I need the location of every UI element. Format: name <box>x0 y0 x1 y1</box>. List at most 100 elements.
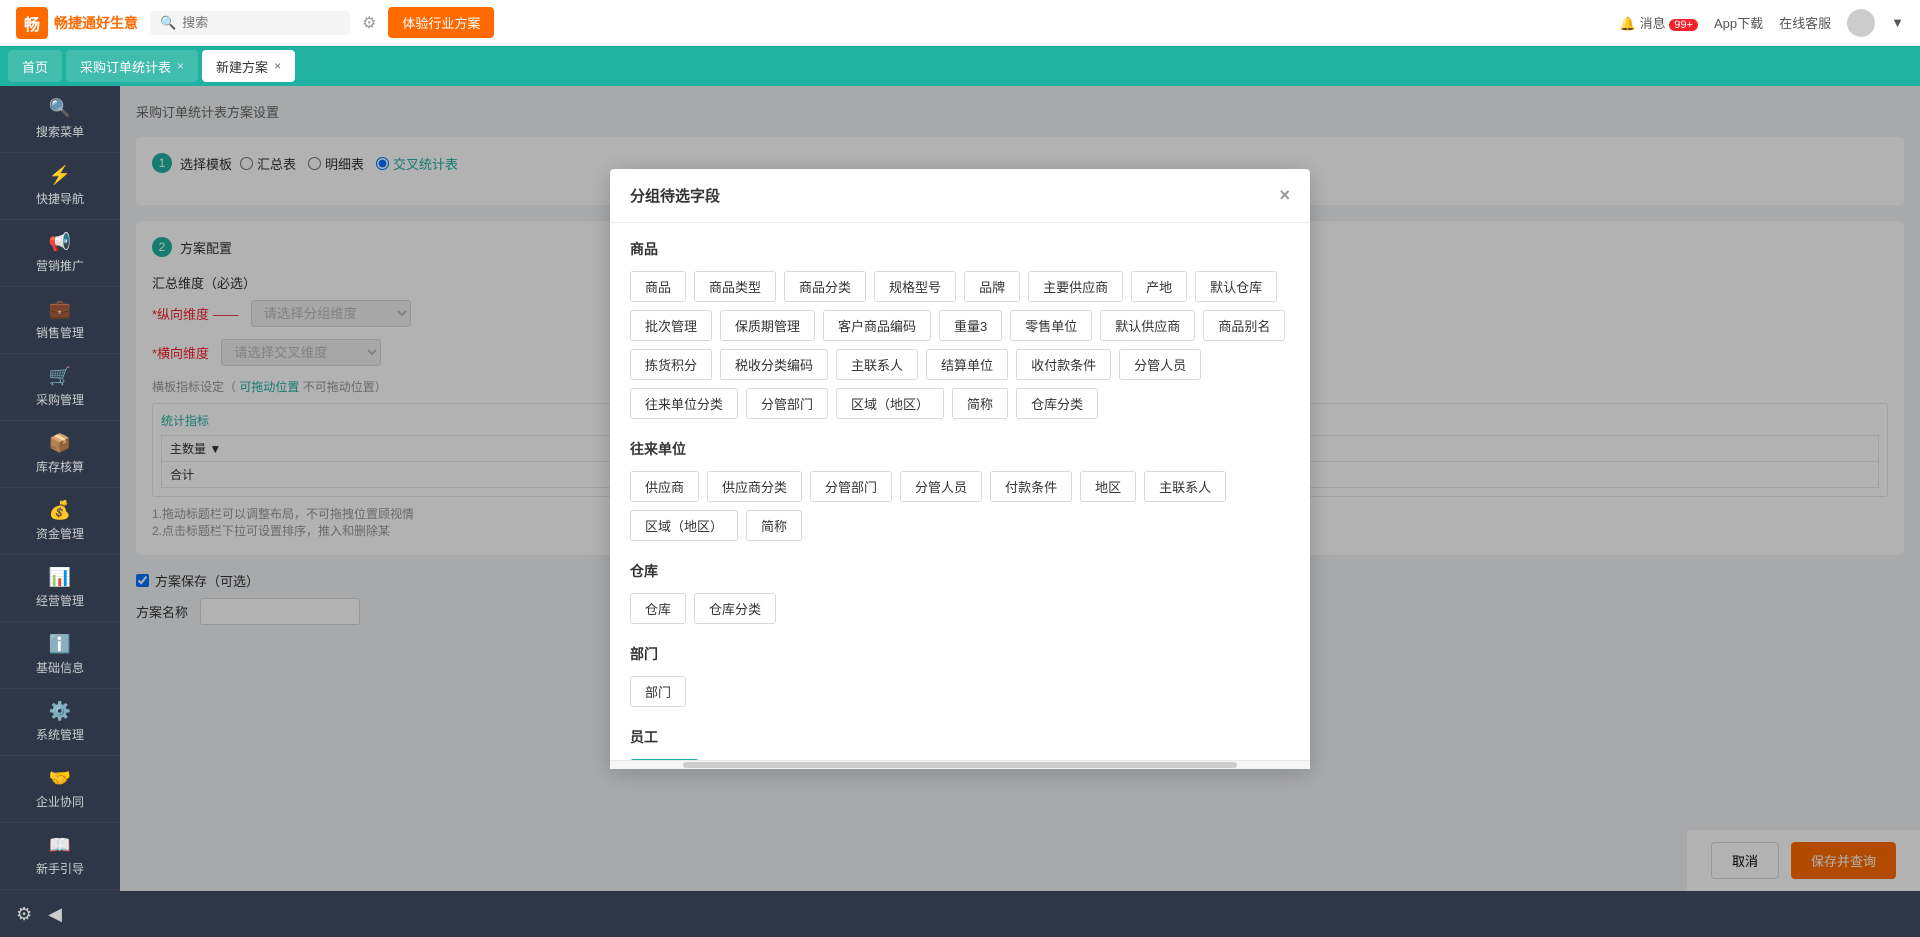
user-menu-icon[interactable]: ▼ <box>1891 15 1904 30</box>
tag-supplier[interactable]: 供应商 <box>630 471 699 502</box>
tag-tax-code[interactable]: 税收分类编码 <box>720 349 828 380</box>
tag-brand[interactable]: 品牌 <box>964 271 1020 302</box>
collab-icon: 🤝 <box>49 768 71 789</box>
finance-icon: 💰 <box>49 500 71 521</box>
bottom-audio-icon[interactable]: ◀ <box>48 904 62 925</box>
tag-payment-terms[interactable]: 收付款条件 <box>1016 349 1111 380</box>
tag-region-partner[interactable]: 区域（地区） <box>630 510 738 541</box>
tag-origin[interactable]: 产地 <box>1131 271 1187 302</box>
sidebar-item-management-label: 经营管理 <box>36 592 84 609</box>
section-department: 部门 部门 <box>630 644 1290 707</box>
sidebar-item-system-label: 系统管理 <box>36 726 84 743</box>
tag-main-supplier[interactable]: 主要供应商 <box>1028 271 1123 302</box>
sidebar-item-search[interactable]: 🔍 搜索菜单 <box>0 86 120 153</box>
tab-new-plan-close[interactable]: × <box>274 59 281 73</box>
tag-default-supplier[interactable]: 默认供应商 <box>1100 310 1195 341</box>
tab-purchase-stats-label: 采购订单统计表 <box>80 57 171 76</box>
basicinfo-icon: ℹ️ <box>49 634 71 655</box>
sidebar-item-management[interactable]: 📊 经营管理 <box>0 555 120 622</box>
tag-batch-mgmt[interactable]: 批次管理 <box>630 310 712 341</box>
tag-default-warehouse[interactable]: 默认仓库 <box>1195 271 1277 302</box>
tag-customer-code[interactable]: 客户商品编码 <box>823 310 931 341</box>
tag-spec-model[interactable]: 规格型号 <box>874 271 956 302</box>
tag-dept-mgmt[interactable]: 分管部门 <box>746 388 828 419</box>
section-dept-title: 部门 <box>630 644 1290 664</box>
tag-payment-condition[interactable]: 付款条件 <box>990 471 1072 502</box>
experience-button[interactable]: 体验行业方案 <box>388 7 494 38</box>
sidebar-item-quicknav[interactable]: ⚡ 快捷导航 <box>0 153 120 220</box>
sidebar-item-sales-label: 销售管理 <box>36 324 84 341</box>
tag-main-contact-partner[interactable]: 主联系人 <box>1144 471 1226 502</box>
tag-warehouse[interactable]: 仓库 <box>630 593 686 624</box>
section-warehouse: 仓库 仓库 仓库分类 <box>630 561 1290 624</box>
sidebar-item-purchase-label: 采购管理 <box>36 391 84 408</box>
section-partner-tags: 供应商 供应商分类 分管部门 分管人员 付款条件 地区 主联系人 区域（地区） … <box>630 471 1290 541</box>
sidebar-item-finance[interactable]: 💰 资金管理 <box>0 488 120 555</box>
tag-retail-unit[interactable]: 零售单位 <box>1010 310 1092 341</box>
logo-icon: 畅 <box>16 7 48 39</box>
tag-product-category[interactable]: 商品分类 <box>784 271 866 302</box>
bottom-settings-icon[interactable]: ⚙ <box>16 904 32 925</box>
section-partner-title: 往来单位 <box>630 439 1290 459</box>
settings-icon[interactable]: ⚙ <box>362 13 376 33</box>
sidebar-item-basicinfo-label: 基础信息 <box>36 659 84 676</box>
sidebar-item-basicinfo[interactable]: ℹ️ 基础信息 <box>0 622 120 689</box>
tag-supervisor[interactable]: 分管人员 <box>1119 349 1201 380</box>
sidebar-item-purchase[interactable]: 🛒 采购管理 <box>0 354 120 421</box>
tab-new-plan[interactable]: 新建方案 × <box>202 50 295 82</box>
tag-product[interactable]: 商品 <box>630 271 686 302</box>
tag-product-alias[interactable]: 商品别名 <box>1203 310 1285 341</box>
sidebar-item-sales[interactable]: 💼 销售管理 <box>0 287 120 354</box>
notifications[interactable]: 🔔 消息 99+ <box>1620 13 1698 32</box>
sidebar-item-guide[interactable]: 📖 新手引导 <box>0 823 120 890</box>
tag-warehouse-cat[interactable]: 仓库分类 <box>694 593 776 624</box>
top-bar-left: 畅 畅捷通好生意 🔍 ⚙ 体验行业方案 <box>16 7 494 39</box>
tag-product-type[interactable]: 商品类型 <box>694 271 776 302</box>
tag-warehouse-category[interactable]: 仓库分类 <box>1016 388 1098 419</box>
logo: 畅 畅捷通好生意 <box>16 7 138 39</box>
guide-icon: 📖 <box>49 835 71 856</box>
search-icon: 🔍 <box>160 15 176 31</box>
tag-main-contact[interactable]: 主联系人 <box>836 349 918 380</box>
app-download[interactable]: App下载 <box>1714 13 1763 32</box>
sidebar-item-quicknav-label: 快捷导航 <box>36 190 84 207</box>
tag-partner-category[interactable]: 往来单位分类 <box>630 388 738 419</box>
section-employee: 员工 业务员 <box>630 727 1290 760</box>
marketing-icon: 📢 <box>49 232 71 253</box>
tag-dept-partner[interactable]: 分管部门 <box>810 471 892 502</box>
user-avatar[interactable] <box>1847 9 1875 37</box>
tag-dept[interactable]: 部门 <box>630 676 686 707</box>
modal-header: 分组待选字段 × <box>610 169 1310 223</box>
tag-quality-mgmt[interactable]: 保质期管理 <box>720 310 815 341</box>
tag-supplier-category[interactable]: 供应商分类 <box>707 471 802 502</box>
section-product-title: 商品 <box>630 239 1290 259</box>
modal: 分组待选字段 × 商品 商品 商品类型 商品分类 规格型号 品牌 主要供应商 产… <box>610 169 1310 769</box>
section-warehouse-title: 仓库 <box>630 561 1290 581</box>
top-bar-right: 🔔 消息 99+ App下载 在线客服 ▼ <box>1620 9 1904 37</box>
tag-weight[interactable]: 重量3 <box>939 310 1002 341</box>
inventory-icon: 📦 <box>49 433 71 454</box>
modal-horizontal-scrollbar[interactable] <box>610 760 1310 769</box>
tab-purchase-stats[interactable]: 采购订单统计表 × <box>66 50 198 82</box>
tag-pick-points[interactable]: 拣货积分 <box>630 349 712 380</box>
tag-person-partner[interactable]: 分管人员 <box>900 471 982 502</box>
sidebar: 🔍 搜索菜单 ⚡ 快捷导航 📢 营销推广 💼 销售管理 🛒 采购管理 📦 库存核… <box>0 86 120 937</box>
sidebar-item-inventory-label: 库存核算 <box>36 458 84 475</box>
tag-short-name-partner[interactable]: 简称 <box>746 510 802 541</box>
sidebar-item-marketing[interactable]: 📢 营销推广 <box>0 220 120 287</box>
modal-close-button[interactable]: × <box>1279 185 1290 206</box>
online-service[interactable]: 在线客服 <box>1779 13 1831 32</box>
search-input[interactable] <box>182 15 322 30</box>
tab-purchase-stats-close[interactable]: × <box>177 59 184 73</box>
tag-short-name[interactable]: 简称 <box>952 388 1008 419</box>
logo-text: 畅捷通好生意 <box>54 13 138 33</box>
tag-region-product[interactable]: 区域（地区） <box>836 388 944 419</box>
tab-home[interactable]: 首页 <box>8 50 62 82</box>
sidebar-item-system[interactable]: ⚙️ 系统管理 <box>0 689 120 756</box>
purchase-icon: 🛒 <box>49 366 71 387</box>
search-bar: 🔍 <box>150 11 350 35</box>
sidebar-item-inventory[interactable]: 📦 库存核算 <box>0 421 120 488</box>
sidebar-item-collab[interactable]: 🤝 企业协同 <box>0 756 120 823</box>
tag-district[interactable]: 地区 <box>1080 471 1136 502</box>
tag-settlement-unit[interactable]: 结算单位 <box>926 349 1008 380</box>
